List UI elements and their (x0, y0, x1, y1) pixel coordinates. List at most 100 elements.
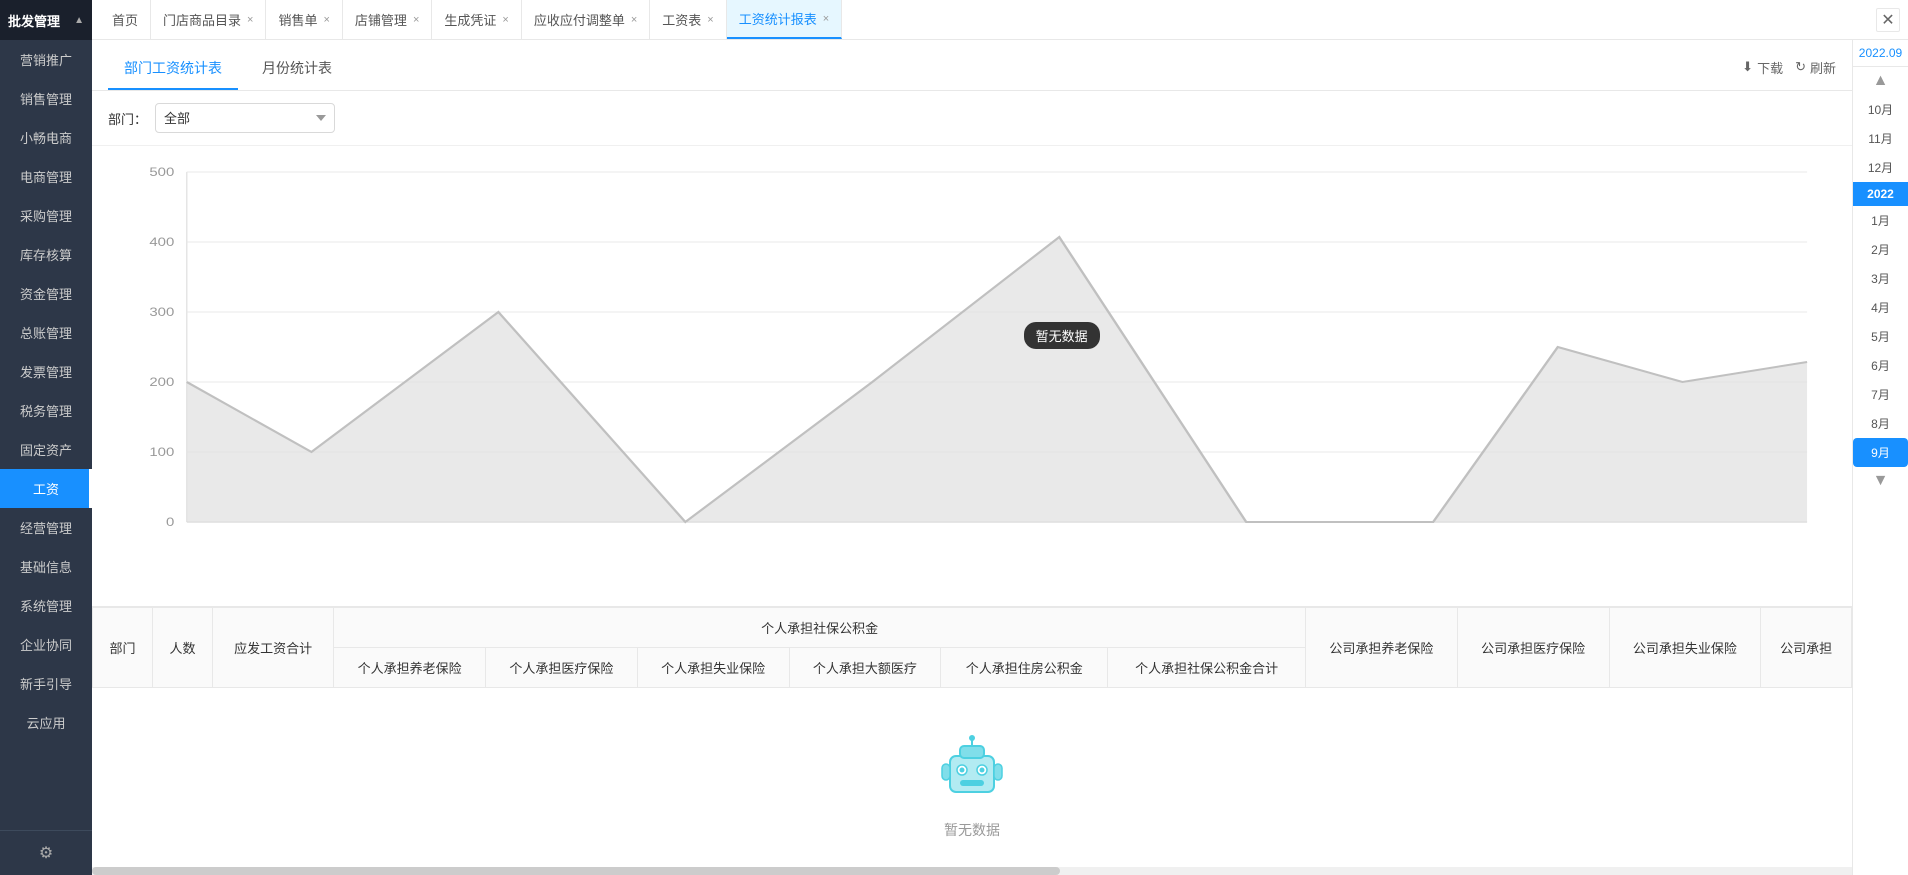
tab-门店商品目录[interactable]: 门店商品目录 × (151, 0, 266, 39)
date-month-item[interactable]: 3月 (1853, 264, 1908, 293)
date-month-item[interactable]: 11月 (1853, 124, 1908, 153)
tab-label: 门店商品目录 (163, 10, 241, 29)
tab-工资表[interactable]: 工资表 × (650, 0, 726, 39)
date-month-item[interactable]: 12月 (1853, 153, 1908, 182)
sidebar-item-工资[interactable]: 工资 (0, 469, 92, 508)
data-table: 部门 人数 应发工资合计 个人承担社保公积金 公司承担养老保险 公司承担医疗保险… (92, 607, 1852, 688)
table-container[interactable]: 部门 人数 应发工资合计 个人承担社保公积金 公司承担养老保险 公司承担医疗保险… (92, 606, 1852, 867)
tab-close-all-icon[interactable]: ✕ (1876, 8, 1900, 32)
tab-label: 店铺管理 (355, 10, 407, 29)
content-area: 部门工资统计表月份统计表 ⬇ 下载 ↻ 刷新 部门： 全部 部 (92, 40, 1852, 875)
date-month-selected[interactable]: 9月 (1853, 438, 1908, 467)
tab-close-icon[interactable]: × (323, 14, 329, 26)
sidebar-item-基础信息[interactable]: 基础信息 (0, 547, 92, 586)
col-total-wage: 应发工资合计 (213, 608, 334, 688)
tab-销售单[interactable]: 销售单 × (266, 0, 342, 39)
sidebar-item-电商管理[interactable]: 电商管理 (0, 157, 92, 196)
date-panel: 2022.09 ▲ 10月11月12月20221月2月3月4月5月6月7月8月9… (1852, 40, 1908, 875)
tab-label: 工资表 (662, 10, 701, 29)
sidebar-bottom: ⚙ (0, 830, 92, 875)
date-up-btn[interactable]: ▲ (1853, 67, 1908, 95)
sidebar-item-经营管理[interactable]: 经营管理 (0, 508, 92, 547)
col-count: 人数 (153, 608, 213, 688)
subtab-月份统计表[interactable]: 月份统计表 (246, 52, 348, 90)
tab-close-icon[interactable]: × (502, 14, 508, 26)
svg-text:300: 300 (149, 305, 174, 318)
download-button[interactable]: ⬇ 下载 (1742, 58, 1783, 77)
date-panel-header[interactable]: 2022.09 (1853, 40, 1908, 67)
tab-生成凭证[interactable]: 生成凭证 × (432, 0, 521, 39)
chart-svg-wrap: 0 100 200 300 400 500 暂无数据 (112, 162, 1832, 562)
department-select[interactable]: 全部 部门1 部门2 (155, 103, 335, 133)
table-scroll-thumb[interactable] (92, 867, 1060, 875)
svg-text:200: 200 (149, 375, 174, 388)
sidebar-item-营销推广[interactable]: 营销推广 (0, 40, 92, 79)
tab-close-icon[interactable]: × (631, 14, 637, 26)
date-month-item[interactable]: 10月 (1853, 95, 1908, 124)
tab-店铺管理[interactable]: 店铺管理 × (343, 0, 432, 39)
settings-icon[interactable]: ⚙ (0, 831, 92, 875)
tab-label: 销售单 (278, 10, 317, 29)
chart-svg: 0 100 200 300 400 500 (112, 162, 1832, 562)
tab-close-icon[interactable]: × (823, 13, 829, 25)
tab-首页[interactable]: 首页 (100, 0, 151, 39)
sidebar-item-新手引导[interactable]: 新手引导 (0, 664, 92, 703)
sidebar-item-企业协同[interactable]: 企业协同 (0, 625, 92, 664)
sidebar-item-销售管理[interactable]: 销售管理 (0, 79, 92, 118)
date-month-item[interactable]: 2月 (1853, 235, 1908, 264)
page-content: 部门工资统计表月份统计表 ⬇ 下载 ↻ 刷新 部门： 全部 部 (92, 40, 1908, 875)
date-down-btn[interactable]: ▼ (1853, 467, 1908, 495)
tab-bar: 首页门店商品目录×销售单×店铺管理×生成凭证×应收应付调整单×工资表×工资统计报… (92, 0, 1908, 40)
date-month-item[interactable]: 6月 (1853, 351, 1908, 380)
sub-tab-actions: ⬇ 下载 ↻ 刷新 (1742, 58, 1836, 85)
table-scroll-bar[interactable] (92, 867, 1852, 875)
sidebar-item-总账管理[interactable]: 总账管理 (0, 313, 92, 352)
date-month-item[interactable]: 5月 (1853, 322, 1908, 351)
refresh-button[interactable]: ↻ 刷新 (1795, 58, 1836, 77)
sidebar-item-采购管理[interactable]: 采购管理 (0, 196, 92, 235)
tab-close-icon[interactable]: × (413, 14, 419, 26)
date-month-item[interactable]: 8月 (1853, 409, 1908, 438)
sidebar-item-云应用[interactable]: 云应用 (0, 703, 92, 742)
tab-close-icon[interactable]: × (707, 14, 713, 26)
sub-tabs: 部门工资统计表月份统计表 ⬇ 下载 ↻ 刷新 (92, 40, 1852, 91)
main-area: 首页门店商品目录×销售单×店铺管理×生成凭证×应收应付调整单×工资表×工资统计报… (92, 0, 1908, 875)
tab-close-icon[interactable]: × (247, 14, 253, 26)
col-personal-old: 个人承担养老保险 (334, 648, 486, 688)
col-company-unemploy: 公司承担失业保险 (1609, 608, 1761, 688)
col-personal-insurance: 个人承担社保公积金 (334, 608, 1306, 648)
date-month-item[interactable]: 4月 (1853, 293, 1908, 322)
subtab-部门工资统计表[interactable]: 部门工资统计表 (108, 52, 238, 90)
tab-label: 生成凭证 (444, 10, 496, 29)
sidebar-header[interactable]: 批发管理 ▲ (0, 0, 92, 40)
sidebar: 批发管理 ▲ 营销推广销售管理小畅电商电商管理采购管理库存核算资金管理总账管理发… (0, 0, 92, 875)
col-personal-major-medical: 个人承担大额医疗 (789, 648, 941, 688)
filter-label: 部门： (108, 109, 147, 128)
tab-label: 首页 (112, 10, 138, 29)
svg-text:100: 100 (149, 445, 174, 458)
tab-label: 工资统计报表 (739, 9, 817, 28)
tab-工资统计报表[interactable]: 工资统计报表 × (727, 0, 842, 39)
col-company-old: 公司承担养老保险 (1306, 608, 1458, 688)
chart-area: 0 100 200 300 400 500 暂无数据 (92, 146, 1852, 606)
col-company-other: 公司承担 (1761, 608, 1852, 688)
sidebar-item-发票管理[interactable]: 发票管理 (0, 352, 92, 391)
svg-text:500: 500 (149, 165, 174, 178)
sidebar-collapse-icon[interactable]: ▲ (74, 15, 84, 26)
date-month-item[interactable]: 1月 (1853, 206, 1908, 235)
chart-tooltip: 暂无数据 (1024, 322, 1100, 349)
filter-row: 部门： 全部 部门1 部门2 (92, 91, 1852, 146)
col-personal-unemploy: 个人承担失业保险 (637, 648, 789, 688)
sidebar-title: 批发管理 (8, 11, 60, 30)
sidebar-item-小畅电商[interactable]: 小畅电商 (0, 118, 92, 157)
date-year-label[interactable]: 2022 (1853, 182, 1908, 206)
tab-end-buttons: ✕ (1876, 8, 1900, 32)
date-month-item[interactable]: 7月 (1853, 380, 1908, 409)
sidebar-item-资金管理[interactable]: 资金管理 (0, 274, 92, 313)
sidebar-item-库存核算[interactable]: 库存核算 (0, 235, 92, 274)
tab-应收应付调整单[interactable]: 应收应付调整单× (522, 0, 650, 39)
sidebar-item-固定资产[interactable]: 固定资产 (0, 430, 92, 469)
sidebar-item-系统管理[interactable]: 系统管理 (0, 586, 92, 625)
sidebar-item-税务管理[interactable]: 税务管理 (0, 391, 92, 430)
refresh-icon: ↻ (1795, 59, 1806, 75)
